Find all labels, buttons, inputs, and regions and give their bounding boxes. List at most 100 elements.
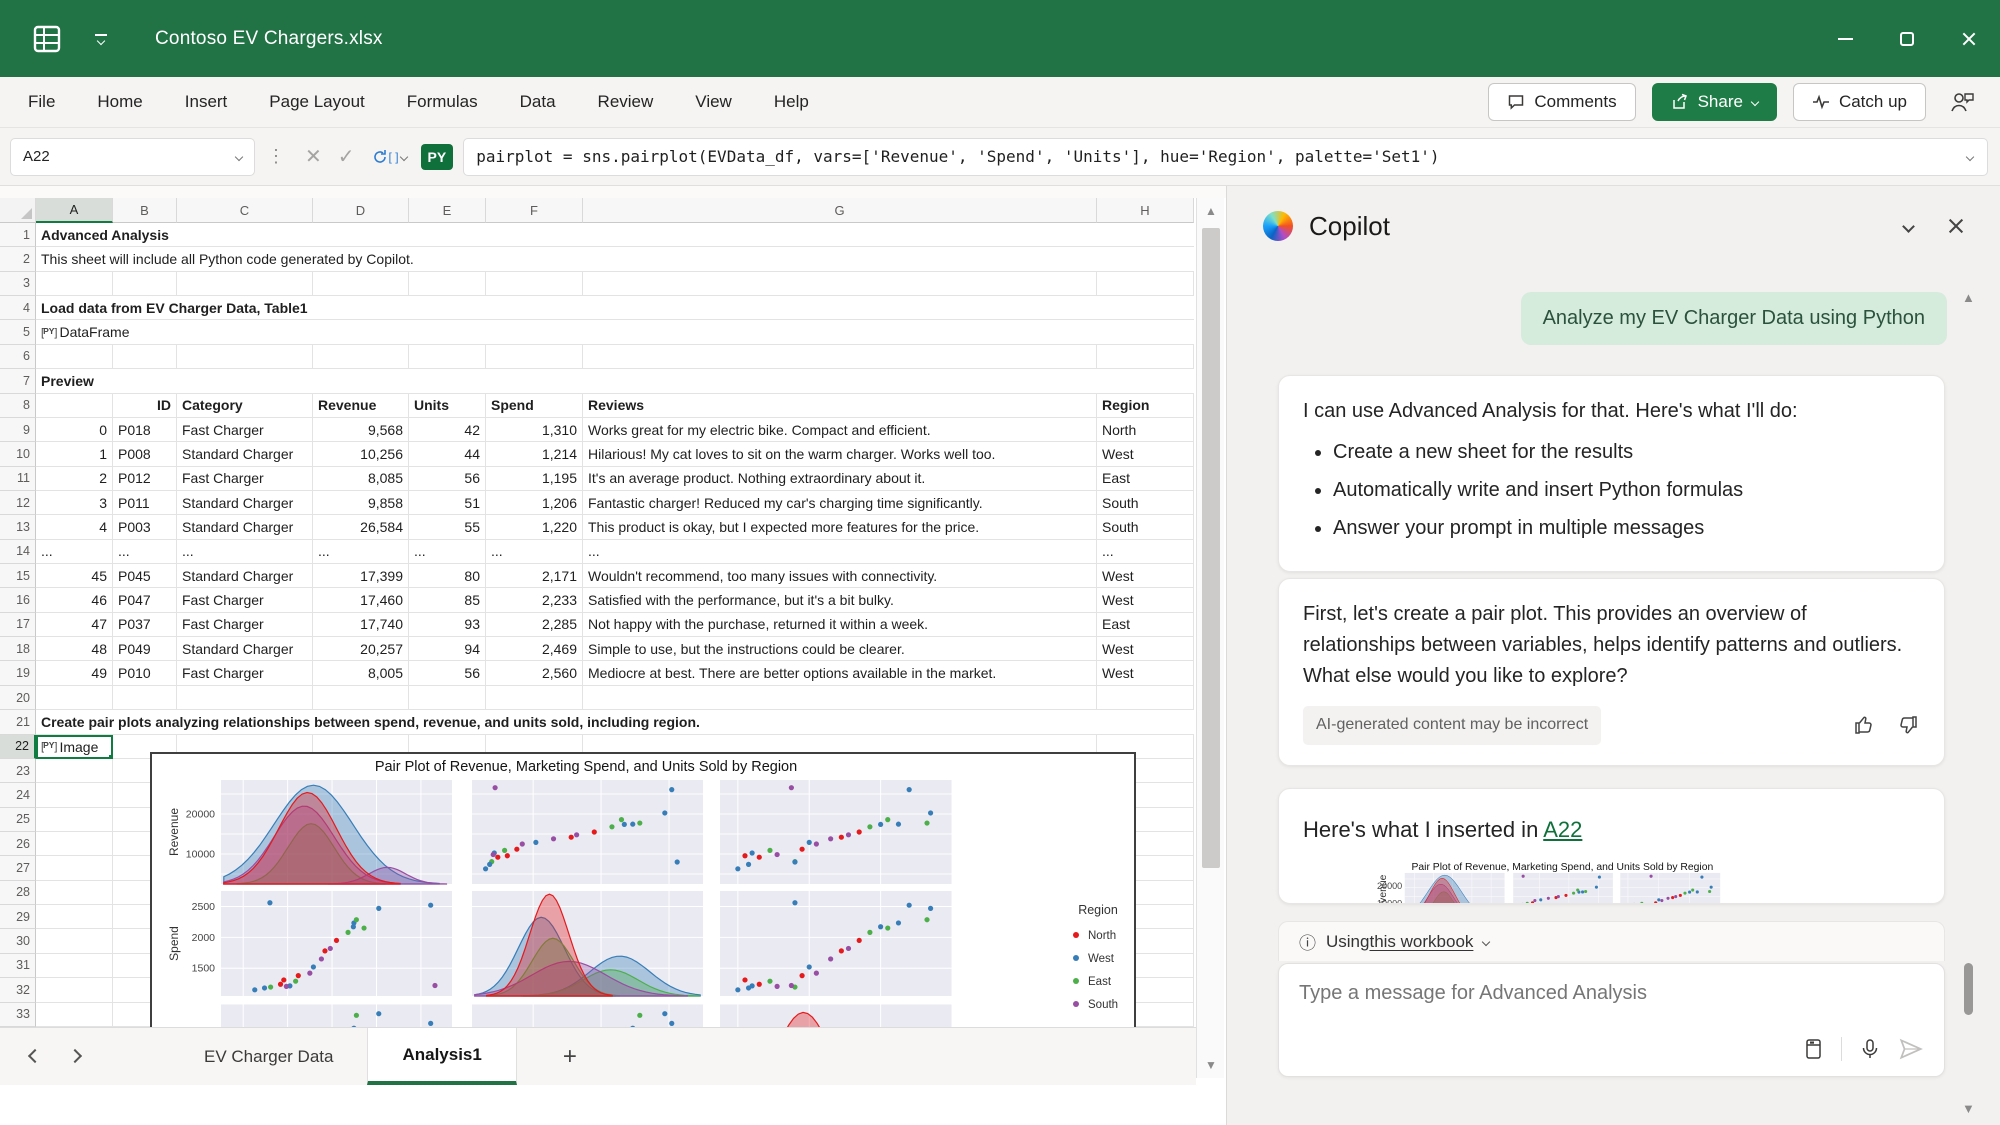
cell-A30[interactable]	[36, 929, 113, 953]
cell-D11[interactable]: 8,085	[313, 467, 409, 491]
cell-H6[interactable]	[1097, 345, 1194, 369]
cell-C17[interactable]: Fast Charger	[177, 613, 313, 637]
cell-H18[interactable]: West	[1097, 637, 1194, 661]
row-header-23[interactable]: 23	[0, 759, 36, 783]
cell-D16[interactable]: 17,460	[313, 588, 409, 612]
cell-A18[interactable]: 48	[36, 637, 113, 661]
cell-G11[interactable]: It's an average product. Nothing extraor…	[583, 467, 1097, 491]
cell-F9[interactable]: 1,310	[486, 418, 583, 442]
close-button[interactable]	[1938, 0, 2000, 77]
row-header-7[interactable]: 7	[0, 369, 36, 393]
cell-A3[interactable]	[36, 272, 113, 296]
cell-B17[interactable]: P037	[113, 613, 177, 637]
cell-B18[interactable]: P049	[113, 637, 177, 661]
cell-C16[interactable]: Fast Charger	[177, 588, 313, 612]
cell-E10[interactable]: 44	[409, 442, 486, 466]
cell-A16[interactable]: 46	[36, 588, 113, 612]
cell-H11[interactable]: East	[1097, 467, 1194, 491]
menu-tab-help[interactable]: Help	[774, 92, 809, 112]
row-header-19[interactable]: 19	[0, 661, 36, 685]
cell-B16[interactable]: P047	[113, 588, 177, 612]
cell-B10[interactable]: P008	[113, 442, 177, 466]
formula-input[interactable]	[463, 138, 1988, 176]
catch-up-button[interactable]: Catch up	[1793, 83, 1926, 121]
cell-G20[interactable]	[583, 686, 1097, 710]
name-box-input[interactable]	[11, 148, 236, 165]
cell-D3[interactable]	[313, 272, 409, 296]
cell-F14[interactable]: ...	[486, 540, 583, 564]
cell-F11[interactable]: 1,195	[486, 467, 583, 491]
panel-scroll-down-icon[interactable]: ▼	[1962, 1101, 1975, 1116]
cell-A8[interactable]	[36, 394, 113, 418]
select-all-corner[interactable]	[0, 198, 36, 223]
row-header-24[interactable]: 24	[0, 783, 36, 807]
row-header-29[interactable]: 29	[0, 905, 36, 929]
cell-G12[interactable]: Fantastic charger! Reduced my car's char…	[583, 491, 1097, 515]
cell-A12[interactable]: 3	[36, 491, 113, 515]
cell-D14[interactable]: ...	[313, 540, 409, 564]
menu-tab-review[interactable]: Review	[598, 92, 654, 112]
row-header-27[interactable]: 27	[0, 856, 36, 880]
row-header-32[interactable]: 32	[0, 978, 36, 1002]
cell-A6[interactable]	[36, 345, 113, 369]
share-button[interactable]: Share	[1652, 83, 1777, 121]
cell-H12[interactable]: South	[1097, 491, 1194, 515]
cell-E14[interactable]: ...	[409, 540, 486, 564]
minimize-button[interactable]	[1814, 0, 1876, 77]
sheet-nav-right-icon[interactable]	[70, 1048, 80, 1066]
cell-G13[interactable]: This product is okay, but I expected mor…	[583, 515, 1097, 539]
cell-C9[interactable]: Fast Charger	[177, 418, 313, 442]
cell-C20[interactable]	[177, 686, 313, 710]
thumbs-up-icon[interactable]	[1852, 713, 1876, 737]
cell-C13[interactable]: Standard Charger	[177, 515, 313, 539]
cell-F13[interactable]: 1,220	[486, 515, 583, 539]
cell-F19[interactable]: 2,560	[486, 661, 583, 685]
panel-scrollbar-thumb[interactable]	[1964, 963, 1973, 1015]
cell-F16[interactable]: 2,233	[486, 588, 583, 612]
cell-B20[interactable]	[113, 686, 177, 710]
cell-E19[interactable]: 56	[409, 661, 486, 685]
menu-tab-formulas[interactable]: Formulas	[407, 92, 478, 112]
cell-D19[interactable]: 8,005	[313, 661, 409, 685]
cell-B15[interactable]: P045	[113, 564, 177, 588]
cell-A24[interactable]	[36, 783, 113, 807]
row-header-11[interactable]: 11	[0, 467, 36, 491]
cell-A32[interactable]	[36, 978, 113, 1002]
comments-button[interactable]: Comments	[1488, 83, 1635, 121]
cell-D15[interactable]: 17,399	[313, 564, 409, 588]
cell-H9[interactable]: North	[1097, 418, 1194, 442]
cell-C10[interactable]: Standard Charger	[177, 442, 313, 466]
col-header-G[interactable]: G	[583, 198, 1097, 223]
row-header-10[interactable]: 10	[0, 442, 36, 466]
cell-C12[interactable]: Standard Charger	[177, 491, 313, 515]
copilot-message-input[interactable]	[1299, 982, 1924, 1005]
cell-A17[interactable]: 47	[36, 613, 113, 637]
cell-A14[interactable]: ...	[36, 540, 113, 564]
cell-G8[interactable]: Reviews	[583, 394, 1097, 418]
cell-B3[interactable]	[113, 272, 177, 296]
menu-tab-page-layout[interactable]: Page Layout	[269, 92, 364, 112]
cell-D18[interactable]: 20,257	[313, 637, 409, 661]
scroll-down-icon[interactable]: ▼	[1197, 1052, 1225, 1078]
sheet-tab-ev-charger-data[interactable]: EV Charger Data	[170, 1028, 367, 1085]
cell-D8[interactable]: Revenue	[313, 394, 409, 418]
cell-D6[interactable]	[313, 345, 409, 369]
cell-H13[interactable]: South	[1097, 515, 1194, 539]
cell-G15[interactable]: Wouldn't recommend, too many issues with…	[583, 564, 1097, 588]
cell-A27[interactable]	[36, 856, 113, 880]
col-header-B[interactable]: B	[113, 198, 177, 223]
row-header-16[interactable]: 16	[0, 588, 36, 612]
scroll-up-icon[interactable]: ▲	[1197, 198, 1225, 224]
cell-C19[interactable]: Fast Charger	[177, 661, 313, 685]
copilot-close-icon[interactable]	[1947, 217, 1965, 235]
name-box-dropdown-icon[interactable]	[235, 152, 243, 160]
fill-handle[interactable]	[108, 754, 113, 759]
row-header-20[interactable]: 20	[0, 686, 36, 710]
cell-A26[interactable]	[36, 832, 113, 856]
cell-G14[interactable]: ...	[583, 540, 1097, 564]
cell-B19[interactable]: P010	[113, 661, 177, 685]
cell-B13[interactable]: P003	[113, 515, 177, 539]
cell-E3[interactable]	[409, 272, 486, 296]
sheet-tab-analysis1[interactable]: Analysis1	[367, 1028, 516, 1085]
menu-tab-home[interactable]: Home	[97, 92, 142, 112]
